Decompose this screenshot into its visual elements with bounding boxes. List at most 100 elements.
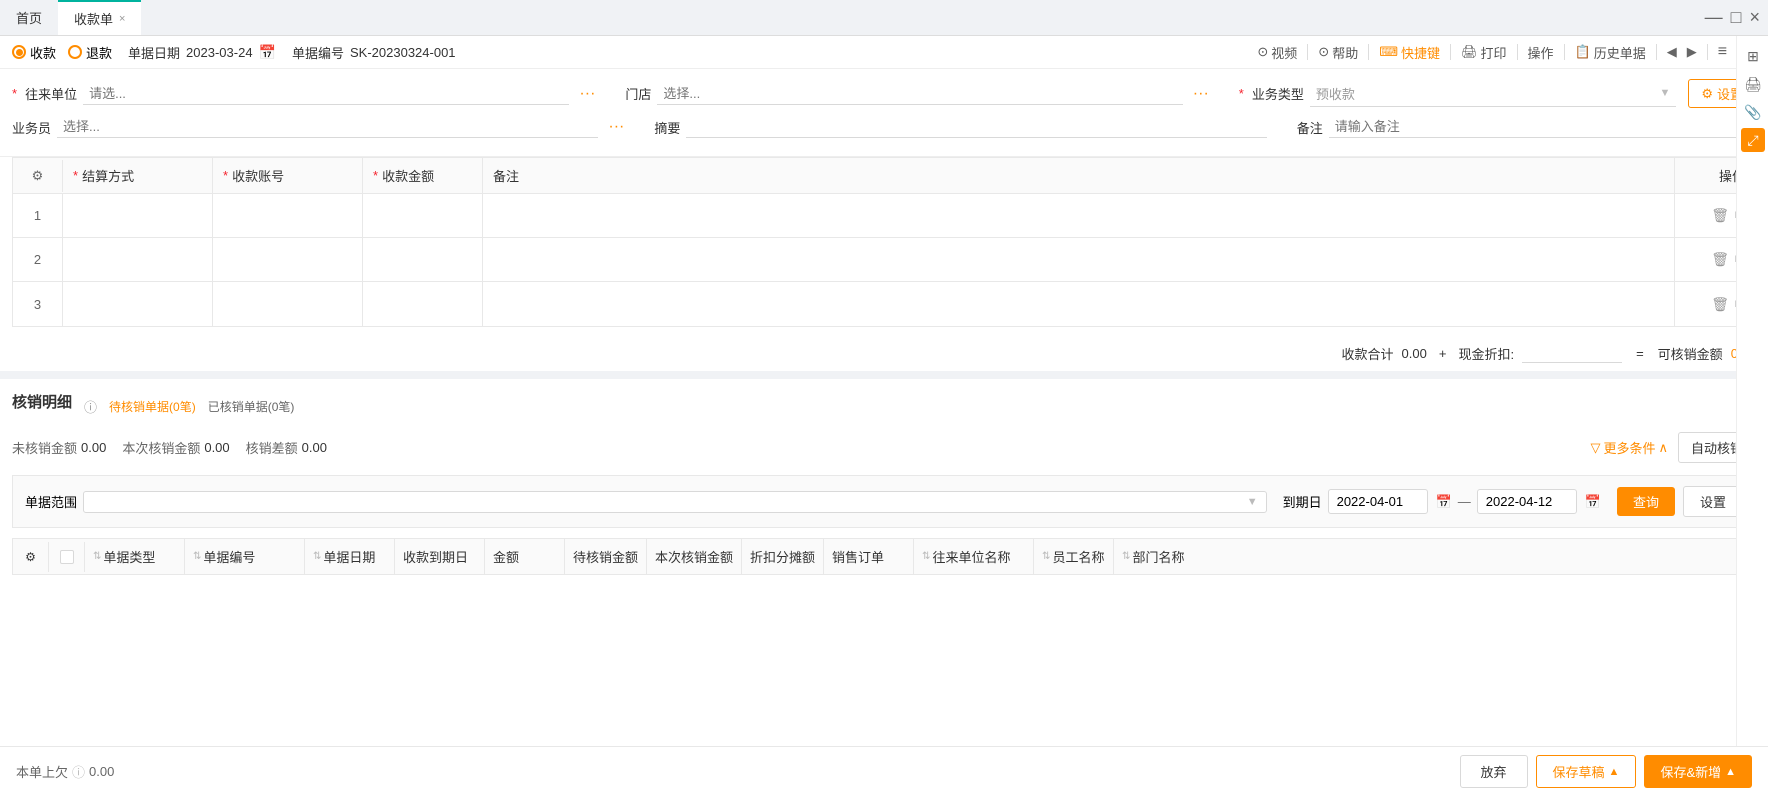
bt-pending-col: 待核销金额 xyxy=(565,539,647,574)
tab-receipts[interactable]: 收款单 × xyxy=(58,0,141,35)
shortcut-btn[interactable]: ⌨ 快捷键 xyxy=(1379,43,1440,62)
duedate-to-calendar-icon[interactable]: 📅 xyxy=(1585,494,1601,510)
bt-staff-sort-icon[interactable]: ⇅ xyxy=(1042,551,1050,562)
bottom-footer: 本单上欠 ⓘ 0.00 放弃 保存草稿 ▲ 保存&新增 ▲ xyxy=(0,746,1768,796)
biz-type-select[interactable]: 预收款 ▼ xyxy=(1310,81,1676,107)
row3-amount[interactable] xyxy=(363,282,483,326)
tab-bar: 首页 收款单 × — □ × xyxy=(0,0,1768,36)
writeoff-info-icon[interactable]: ⓘ xyxy=(84,397,97,416)
row2-settle-input[interactable] xyxy=(73,252,202,267)
bill-date-value[interactable]: 2023-03-24 xyxy=(186,45,253,60)
previous-value: 0.00 xyxy=(89,764,114,779)
query-btn[interactable]: 查询 xyxy=(1617,487,1675,516)
previous-label: 本单上欠 xyxy=(16,762,68,781)
bt-from-label: 往来单位名称 xyxy=(932,547,1010,566)
print-btn[interactable]: 🖨 打印 xyxy=(1461,43,1507,62)
radio-receive[interactable]: 收款 xyxy=(12,43,56,62)
row2-account[interactable] xyxy=(213,238,363,281)
row3-idx: 3 xyxy=(13,282,63,326)
row1-settle[interactable] xyxy=(63,194,213,237)
row3-settle-input[interactable] xyxy=(73,297,202,312)
sidebar-table-icon[interactable]: ⊞ xyxy=(1741,44,1765,68)
bt-num-sort-icon[interactable]: ⇅ xyxy=(193,551,201,562)
bt-dept-sort-icon[interactable]: ⇅ xyxy=(1122,551,1130,562)
row3-amount-input[interactable] xyxy=(373,297,472,312)
save-draft-btn[interactable]: 保存草稿 ▲ xyxy=(1536,755,1637,788)
row2-settle[interactable] xyxy=(63,238,213,281)
window-close-icon[interactable]: × xyxy=(1749,7,1760,28)
help-btn[interactable]: ⊙ 帮助 xyxy=(1318,43,1358,62)
bt-from-sort-icon[interactable]: ⇅ xyxy=(922,551,930,562)
nav-prev-btn[interactable]: ◀ xyxy=(1667,44,1677,60)
row2-delete-icon[interactable]: 🗑 xyxy=(1711,251,1729,268)
salesman-more-btn[interactable]: ··· xyxy=(608,118,624,136)
partner-input[interactable] xyxy=(83,83,569,105)
table-settings-icon[interactable]: ⚙ xyxy=(13,160,63,192)
shortcut-icon: ⌨ xyxy=(1379,44,1398,60)
row1-delete-icon[interactable]: 🗑 xyxy=(1711,207,1729,224)
tab-home-label: 首页 xyxy=(16,8,42,27)
row1-settle-input[interactable] xyxy=(73,208,202,223)
duedate-from-calendar-icon[interactable]: 📅 xyxy=(1436,494,1452,510)
history-btn[interactable]: 📋 历史单据 xyxy=(1575,43,1646,62)
row1-remark[interactable] xyxy=(483,194,1675,237)
save-new-btn[interactable]: 保存&新增 ▲ xyxy=(1644,755,1752,788)
window-minimize-icon[interactable]: — xyxy=(1705,7,1723,28)
row3-settle[interactable] xyxy=(63,282,213,326)
remark-input[interactable] xyxy=(1329,116,1756,138)
bt-from-col: ⇅ 往来单位名称 xyxy=(914,539,1034,574)
duedate-to-input[interactable] xyxy=(1477,489,1577,514)
row3-account[interactable] xyxy=(213,282,363,326)
sidebar-attach-icon[interactable]: 📎 xyxy=(1741,100,1765,124)
pending-tab-link[interactable]: 待核销单据(0笔) xyxy=(109,398,196,415)
row3-delete-icon[interactable]: 🗑 xyxy=(1711,296,1729,313)
radio-refund[interactable]: 退款 xyxy=(68,43,112,62)
row1-remark-input[interactable] xyxy=(493,208,1664,223)
store-more-btn[interactable]: ··· xyxy=(1193,85,1209,103)
row2-account-input[interactable] xyxy=(223,252,352,267)
salesman-input[interactable] xyxy=(57,116,598,138)
partner-more-btn[interactable]: ··· xyxy=(579,85,595,103)
diff-stat: 核销差额 0.00 xyxy=(246,438,327,457)
row1-amount-input[interactable] xyxy=(373,208,472,223)
row2-remark[interactable] xyxy=(483,238,1675,281)
video-btn[interactable]: ⊙ 视频 xyxy=(1257,43,1297,62)
chevron-up-icon: ∧ xyxy=(1658,440,1668,456)
row2-amount-input[interactable] xyxy=(373,252,472,267)
calendar-icon[interactable]: 📅 xyxy=(259,44,276,61)
summary-total-value: 0.00 xyxy=(1402,346,1427,361)
row2-amount[interactable] xyxy=(363,238,483,281)
bt-date-sort-icon[interactable]: ⇅ xyxy=(313,551,321,562)
discard-btn[interactable]: 放弃 xyxy=(1460,755,1528,788)
window-maximize-icon[interactable]: □ xyxy=(1731,7,1742,28)
sidebar-print-icon[interactable]: 🖨 xyxy=(1741,72,1765,96)
bt-settings-col[interactable]: ⚙ xyxy=(13,542,49,572)
range-select[interactable]: ▼ xyxy=(83,491,1267,513)
filter-settings-btn[interactable]: 设置 xyxy=(1683,486,1743,517)
row3-remark[interactable] xyxy=(483,282,1675,326)
ops-btn[interactable]: 操作 xyxy=(1528,43,1554,62)
tab-home[interactable]: 首页 xyxy=(0,0,58,35)
diff-label: 核销差额 xyxy=(246,438,298,457)
summary-input[interactable] xyxy=(686,116,1266,138)
store-input[interactable] xyxy=(657,83,1182,105)
row1-amount[interactable] xyxy=(363,194,483,237)
sidebar-expand-icon[interactable]: ⤢ xyxy=(1741,128,1765,152)
bt-type-sort-icon[interactable]: ⇅ xyxy=(93,551,101,562)
row1-account[interactable] xyxy=(213,194,363,237)
duedate-from-input[interactable] xyxy=(1328,489,1428,514)
biz-type-value: 预收款 xyxy=(1316,84,1355,103)
row1-account-input[interactable] xyxy=(223,208,352,223)
bt-header-checkbox[interactable] xyxy=(60,550,74,564)
row3-account-input[interactable] xyxy=(223,297,352,312)
bill-num-value[interactable]: SK-20230324-001 xyxy=(350,45,456,60)
tab-close-icon[interactable]: × xyxy=(119,13,125,25)
row2-remark-input[interactable] xyxy=(493,252,1664,267)
row3-remark-input[interactable] xyxy=(493,297,1664,312)
done-tab-link[interactable]: 已核销单据(0笔) xyxy=(208,398,295,415)
nav-next-btn[interactable]: ▶ xyxy=(1687,44,1697,60)
duedate-label: 到期日 xyxy=(1283,492,1322,511)
more-conditions-btn[interactable]: ▽ 更多条件 ∧ xyxy=(1590,438,1668,457)
view-list-btn[interactable]: ≡ xyxy=(1718,43,1727,61)
summary-discount-input[interactable] xyxy=(1522,343,1622,363)
